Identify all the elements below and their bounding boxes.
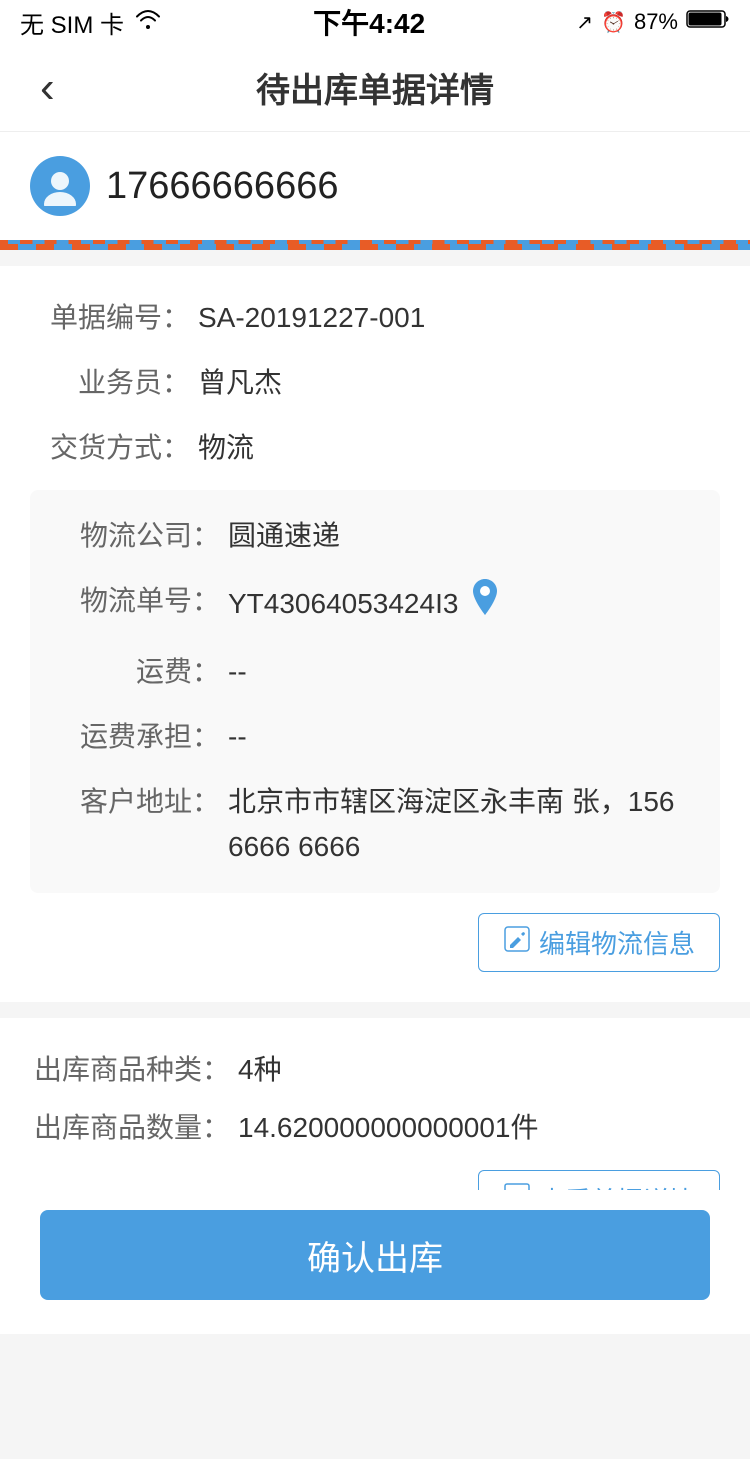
- edit-logistics-button[interactable]: 编辑物流信息: [478, 913, 720, 972]
- address-row: 客户地址： 北京市市辖区海淀区永丰南 张，156 6666 6666: [60, 780, 690, 870]
- goods-quantity-label: 出库商品数量：: [30, 1106, 230, 1146]
- goods-type-label: 出库商品种类：: [30, 1048, 230, 1088]
- dashed-divider: [0, 244, 750, 250]
- logistics-card: 物流公司： 圆通速递 物流单号： YT43064053424I3 运费： -- …: [30, 490, 720, 893]
- logistics-company-label: 物流公司：: [60, 514, 220, 559]
- tracking-number-row: 物流单号： YT43064053424I3: [60, 579, 690, 630]
- user-phone: 17666666666: [106, 165, 338, 208]
- carrier-text: 无 SIM 卡: [20, 5, 124, 40]
- location-pin-icon[interactable]: [470, 579, 500, 630]
- edit-logistics-icon: [503, 925, 531, 960]
- tracking-value-wrapper: YT43064053424I3: [220, 579, 690, 630]
- status-right: ↗ ⏰ 87%: [576, 8, 730, 36]
- goods-type-row: 出库商品种类： 4种: [30, 1048, 720, 1088]
- wifi-icon: [134, 8, 162, 36]
- edit-logistics-label: 编辑物流信息: [539, 924, 695, 961]
- basic-info-section: 单据编号： SA-20191227-001 业务员： 曾凡杰 交货方式： 物流 …: [0, 266, 750, 1002]
- goods-type-value: 4种: [230, 1048, 282, 1088]
- delivery-method-label: 交货方式：: [30, 426, 190, 471]
- status-time: 下午4:42: [313, 2, 425, 42]
- delivery-method-row: 交货方式： 物流: [30, 426, 720, 471]
- page-title: 待出库单据详情: [256, 63, 494, 112]
- freight-label: 运费：: [60, 650, 220, 695]
- sales-person-label: 业务员：: [30, 361, 190, 406]
- logistics-company-value: 圆通速递: [220, 514, 690, 559]
- freight-bearer-label: 运费承担：: [60, 715, 220, 760]
- alarm-icon: ⏰: [601, 10, 626, 35]
- location-status-icon: ↗: [576, 10, 593, 35]
- status-bar: 无 SIM 卡 下午4:42 ↗ ⏰ 87%: [0, 0, 750, 44]
- freight-bearer-row: 运费承担： --: [60, 715, 690, 760]
- nav-bar: ‹ 待出库单据详情: [0, 44, 750, 132]
- sales-person-value: 曾凡杰: [190, 361, 720, 406]
- goods-quantity-row: 出库商品数量： 14.620000000000001件: [30, 1106, 720, 1146]
- edit-btn-row: 编辑物流信息: [30, 913, 720, 972]
- confirm-outbound-button[interactable]: 确认出库: [40, 1210, 710, 1300]
- logistics-company-row: 物流公司： 圆通速递: [60, 514, 690, 559]
- tracking-label: 物流单号：: [60, 579, 220, 624]
- doc-number-value: SA-20191227-001: [190, 296, 720, 341]
- delivery-method-value: 物流: [190, 426, 720, 471]
- status-left: 无 SIM 卡: [20, 5, 162, 40]
- address-label: 客户地址：: [60, 780, 220, 825]
- freight-row: 运费： --: [60, 650, 690, 695]
- doc-number-label: 单据编号：: [30, 296, 190, 341]
- doc-number-row: 单据编号： SA-20191227-001: [30, 296, 720, 341]
- user-section: 17666666666: [0, 132, 750, 244]
- confirm-btn-container: 确认出库: [0, 1190, 750, 1334]
- avatar: [30, 156, 90, 216]
- address-value: 北京市市辖区海淀区永丰南 张，156 6666 6666: [220, 780, 690, 870]
- freight-bearer-value: --: [220, 715, 690, 760]
- freight-value: --: [220, 650, 690, 695]
- battery-icon: [686, 8, 730, 36]
- tracking-number-text: YT43064053424I3: [228, 582, 458, 627]
- goods-quantity-value: 14.620000000000001件: [230, 1106, 539, 1146]
- back-button[interactable]: ‹: [30, 53, 65, 123]
- sales-person-row: 业务员： 曾凡杰: [30, 361, 720, 406]
- battery-percent: 87%: [634, 9, 678, 35]
- confirm-btn-label: 确认出库: [307, 1231, 443, 1280]
